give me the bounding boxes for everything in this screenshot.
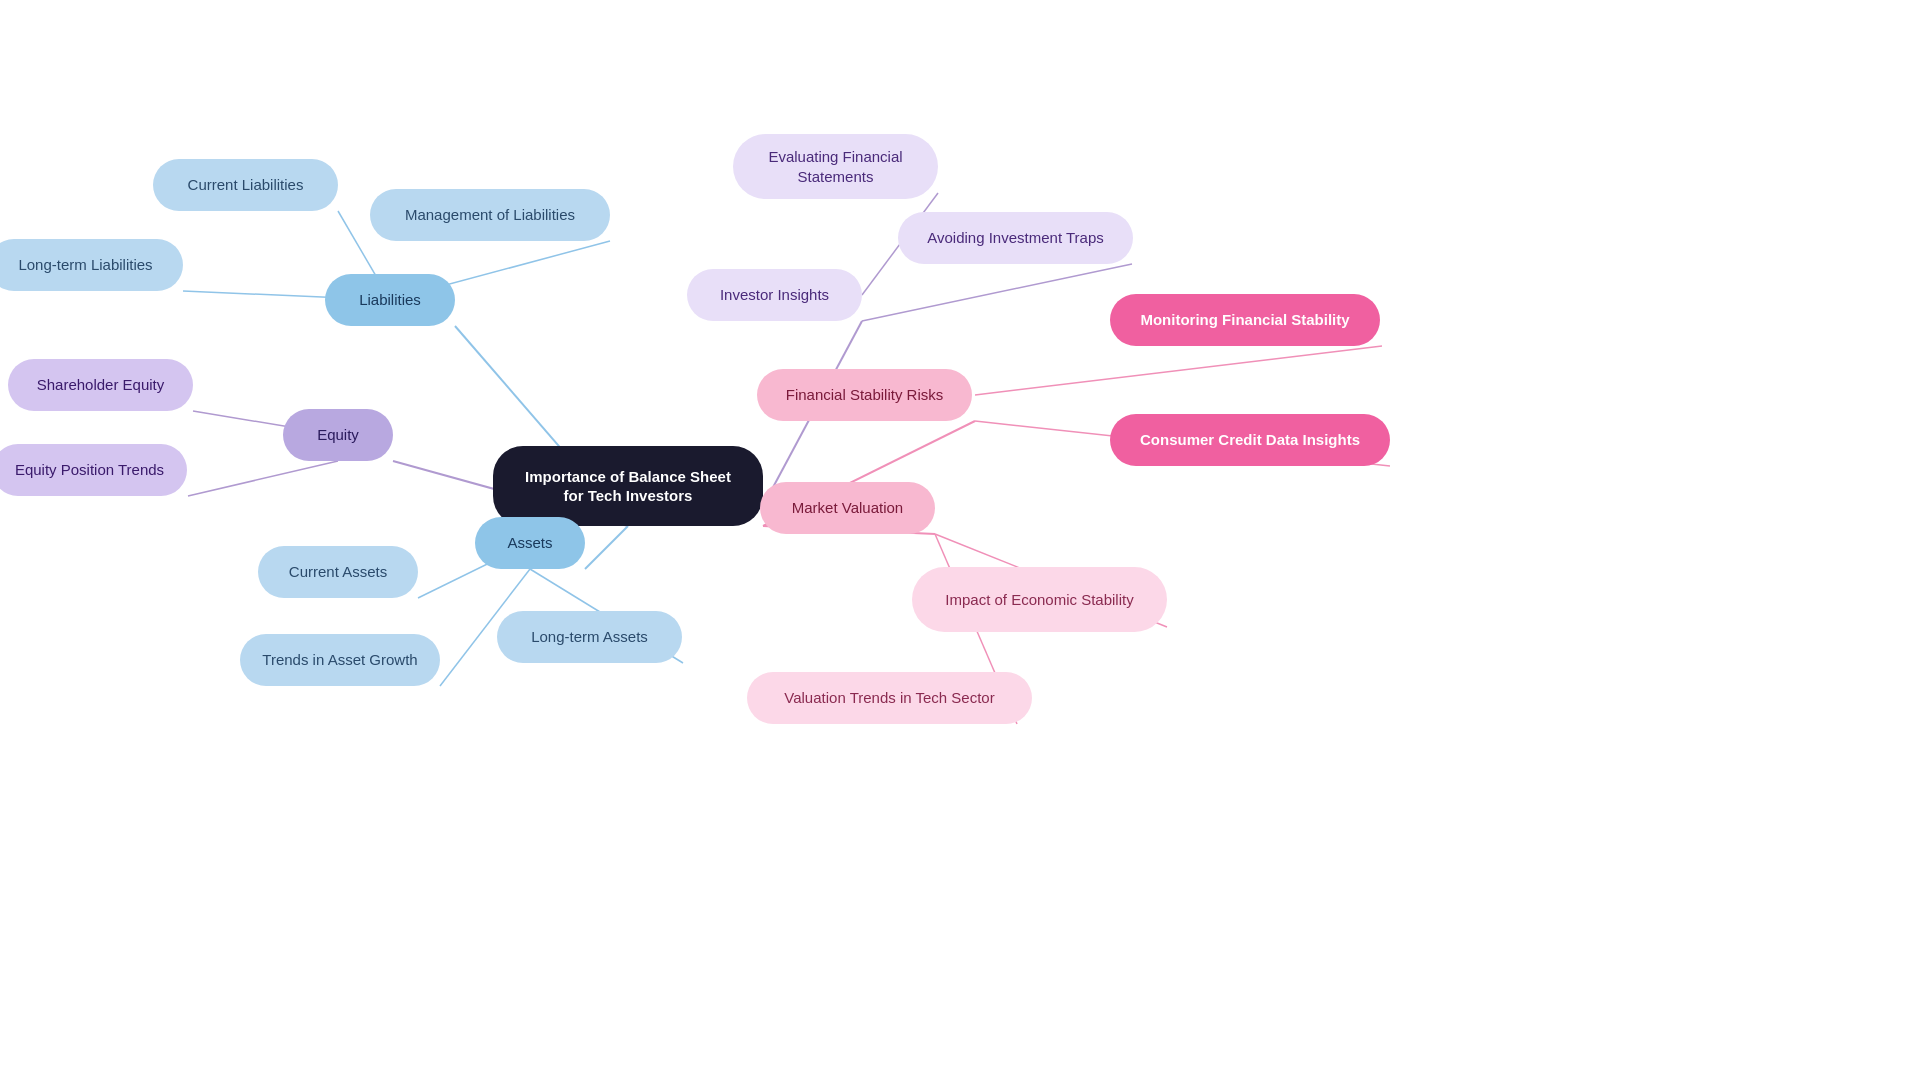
- valuation-trends-label: Valuation Trends in Tech Sector: [784, 688, 994, 708]
- management-liabilities-node: Management of Liabilities: [370, 189, 610, 241]
- current-liabilities-label: Current Liabilities: [188, 175, 304, 195]
- monitoring-stability-label: Monitoring Financial Stability: [1140, 310, 1349, 330]
- financial-stability-risks-label: Financial Stability Risks: [786, 385, 944, 405]
- equity-position-label: Equity Position Trends: [15, 460, 164, 480]
- valuation-trends-node: Valuation Trends in Tech Sector: [747, 672, 1032, 724]
- svg-line-16: [975, 346, 1382, 395]
- equity-position-node: Equity Position Trends: [0, 444, 187, 496]
- shareholder-equity-node: Shareholder Equity: [8, 359, 193, 411]
- investor-insights-label: Investor Insights: [720, 285, 829, 305]
- market-valuation-node: Market Valuation: [760, 482, 935, 534]
- center-node: Importance of Balance Sheet for Tech Inv…: [493, 446, 763, 526]
- avoiding-traps-label: Avoiding Investment Traps: [927, 228, 1103, 248]
- longterm-liabilities-label: Long-term Liabilities: [18, 255, 152, 275]
- current-assets-node: Current Assets: [258, 546, 418, 598]
- avoiding-traps-node: Avoiding Investment Traps: [898, 212, 1133, 264]
- liabilities-label: Liabilities: [359, 290, 421, 310]
- evaluating-financial-label: Evaluating Financial Statements: [768, 147, 902, 186]
- svg-line-15: [862, 264, 1132, 321]
- longterm-assets-node: Long-term Assets: [497, 611, 682, 663]
- liabilities-node: Liabilities: [325, 274, 455, 326]
- svg-line-10: [188, 461, 338, 496]
- impact-economic-node: Impact of Economic Stability: [912, 567, 1167, 632]
- center-node-label: Importance of Balance Sheet for Tech Inv…: [525, 467, 731, 506]
- financial-stability-risks-node: Financial Stability Risks: [757, 369, 972, 421]
- trends-asset-label: Trends in Asset Growth: [262, 650, 417, 670]
- longterm-liabilities-node: Long-term Liabilities: [0, 239, 183, 291]
- current-liabilities-node: Current Liabilities: [153, 159, 338, 211]
- market-valuation-label: Market Valuation: [792, 498, 903, 518]
- equity-node: Equity: [283, 409, 393, 461]
- svg-line-2: [585, 526, 628, 569]
- impact-economic-label: Impact of Economic Stability: [945, 590, 1133, 610]
- assets-node: Assets: [475, 517, 585, 569]
- monitoring-stability-node: Monitoring Financial Stability: [1110, 294, 1380, 346]
- evaluating-financial-node: Evaluating Financial Statements: [733, 134, 938, 199]
- longterm-assets-label: Long-term Assets: [531, 627, 648, 647]
- assets-label: Assets: [507, 533, 552, 553]
- consumer-credit-node: Consumer Credit Data Insights: [1110, 414, 1390, 466]
- consumer-credit-label: Consumer Credit Data Insights: [1140, 430, 1360, 450]
- current-assets-label: Current Assets: [289, 562, 387, 582]
- trends-asset-node: Trends in Asset Growth: [240, 634, 440, 686]
- management-liabilities-label: Management of Liabilities: [405, 205, 575, 225]
- equity-label: Equity: [317, 425, 359, 445]
- investor-insights-node: Investor Insights: [687, 269, 862, 321]
- shareholder-equity-label: Shareholder Equity: [37, 375, 165, 395]
